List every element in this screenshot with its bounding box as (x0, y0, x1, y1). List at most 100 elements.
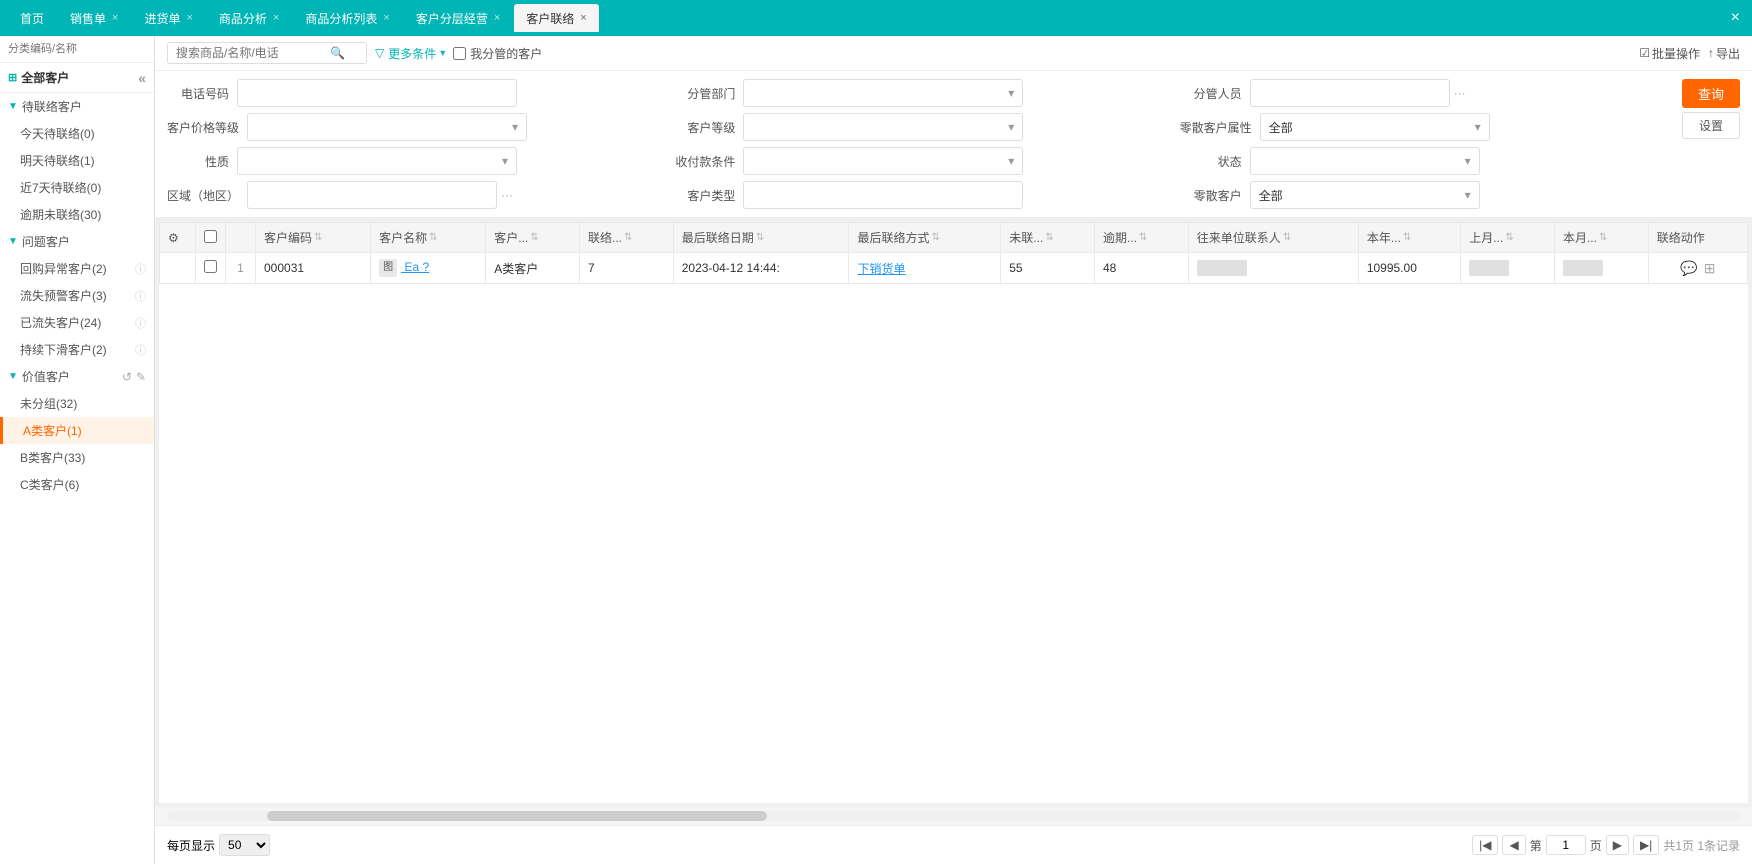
sidebar-item-today[interactable]: 今天待联络(0) (0, 120, 154, 147)
region-dots-icon[interactable]: ··· (497, 188, 517, 202)
page-number-input[interactable] (1546, 835, 1586, 855)
table-select-all-checkbox[interactable] (204, 230, 217, 243)
table-header-num (226, 223, 256, 253)
sidebar-search-input[interactable] (8, 43, 150, 55)
export-icon: ↑ (1708, 46, 1714, 60)
table-cell-last-method[interactable]: 下销货单 (849, 253, 1001, 284)
chat-action-icon[interactable]: 💬 (1680, 260, 1697, 277)
row-checkbox[interactable] (204, 260, 217, 273)
sidebar-item-b-class[interactable]: B类客户(33) (0, 444, 154, 471)
nature-dropdown-arrow: ▾ (502, 154, 508, 168)
filter-select-grade[interactable]: ▾ (743, 113, 1023, 141)
filter-input-phone[interactable] (237, 79, 517, 107)
close-sales-icon[interactable]: × (112, 12, 118, 24)
sidebar-section-problem[interactable]: ▼ 问题客户 (0, 228, 154, 255)
customer-name-link[interactable]: 图 Ea ? (379, 260, 429, 274)
horizontal-scrollbar[interactable] (155, 807, 1752, 825)
table-cell-this-month (1554, 253, 1648, 284)
sidebar-all-customers[interactable]: ⊞ 全部客户 « (0, 63, 154, 93)
sidebar-section-pending-arrow: ▼ (8, 101, 18, 112)
table-header-history[interactable]: 往来单位联系人 ⇅ (1188, 223, 1358, 253)
main-search-input[interactable] (176, 46, 326, 60)
table-cell-checkbox[interactable] (196, 253, 226, 284)
sidebar-collapse-icon[interactable]: « (138, 70, 146, 86)
table-header-this-month[interactable]: 本月... ⇅ (1554, 223, 1648, 253)
close-goods-analysis-icon[interactable]: × (273, 12, 279, 24)
filter-input-manager[interactable] (1250, 79, 1450, 107)
filter-select-retail[interactable]: 全部 ▾ (1250, 181, 1480, 209)
nav-sales[interactable]: 销售单 × (58, 4, 130, 32)
table-header-checkbox[interactable] (196, 223, 226, 253)
filter-select-price-grade[interactable]: ▾ (247, 113, 527, 141)
filter-select-status[interactable]: ▾ (1250, 147, 1480, 175)
export-btn[interactable]: ↑ 导出 (1708, 45, 1740, 62)
sidebar-item-declining[interactable]: 持续下滑客户(2) ⓘ (0, 336, 154, 363)
last-method-link[interactable]: 下销货单 (857, 262, 905, 276)
page-size-select-input[interactable]: 50 100 200 (219, 834, 270, 856)
action-icons-group: 💬 ⊞ (1657, 260, 1739, 277)
next-page-btn[interactable]: ▶ (1606, 835, 1629, 855)
nav-goods-analysis[interactable]: 商品分析 × (207, 4, 291, 32)
sidebar-item-7days[interactable]: 近7天待联络(0) (0, 174, 154, 201)
sidebar-edit-icon[interactable]: ✎ (136, 370, 146, 384)
nav-customer-contact[interactable]: 客户联络 × (514, 4, 598, 32)
sidebar-item-a-class[interactable]: A类客户(1) (0, 417, 154, 444)
sidebar-item-lost-warning[interactable]: 流失预警客户(3) ⓘ (0, 282, 154, 309)
first-page-btn[interactable]: |◀ (1472, 835, 1498, 855)
nav-goods-analysis-list[interactable]: 商品分析列表 × (293, 4, 401, 32)
sidebar-section-pending[interactable]: ▼ 待联络客户 (0, 93, 154, 120)
table-header-last-date[interactable]: 最后联络日期 ⇅ (673, 223, 849, 253)
table-header-contact[interactable]: 联络... ⇅ (580, 223, 674, 253)
filter-select-nature[interactable]: ▾ (237, 147, 517, 175)
close-goods-analysis-list-icon[interactable]: × (383, 12, 389, 24)
main-search-icon[interactable]: 🔍 (330, 46, 345, 60)
filter-row-1: 电话号码 分管部门 ▾ 分管人员 (167, 79, 1666, 107)
sidebar-item-c-class[interactable]: C类客户(6) (0, 471, 154, 498)
filter-select-retail-attr[interactable]: 全部 ▾ (1260, 113, 1490, 141)
nav-purchase[interactable]: 进货单 × (132, 4, 204, 32)
table-cell-name[interactable]: 图 Ea ? (371, 253, 486, 284)
batch-operation-btn[interactable]: ☑ 批量操作 (1639, 45, 1700, 62)
filter-select-dept[interactable]: ▾ (743, 79, 1023, 107)
close-customer-contact-icon[interactable]: × (580, 12, 586, 24)
table-header-last-method[interactable]: 最后联络方式 ⇅ (849, 223, 1001, 253)
table-header-code[interactable]: 客户编码 ⇅ (256, 223, 371, 253)
qr-action-icon[interactable]: ⊞ (1704, 260, 1716, 277)
table-header-settings[interactable]: ⚙ (160, 223, 196, 253)
table-cell-overdue: 48 (1094, 253, 1188, 284)
my-customers-checkbox[interactable]: 我分管的客户 (453, 45, 542, 62)
nav-customer-layer[interactable]: 客户分层经营 × (404, 4, 512, 32)
close-purchase-icon[interactable]: × (186, 12, 192, 24)
sidebar-section-value[interactable]: ▼ 价值客户 ↺ ✎ (0, 363, 154, 390)
filter-input-region[interactable] (247, 181, 497, 209)
sort-last-date-icon: ⇅ (756, 232, 764, 243)
my-customers-check-input[interactable] (453, 47, 466, 60)
table-header-overdue[interactable]: 逾期... ⇅ (1094, 223, 1188, 253)
table-header-no-contact[interactable]: 未联... ⇅ (1001, 223, 1095, 253)
filter-input-customer-type[interactable] (743, 181, 1023, 209)
nav-home[interactable]: 首页 (8, 4, 56, 32)
sidebar-item-unclassified[interactable]: 未分组(32) (0, 390, 154, 417)
table-header-this-year[interactable]: 本年... ⇅ (1358, 223, 1460, 253)
table-cell-no-contact: 55 (1001, 253, 1095, 284)
table-header-name[interactable]: 客户名称 ⇅ (371, 223, 486, 253)
table-header-category[interactable]: 客户... ⇅ (486, 223, 580, 253)
prev-page-btn[interactable]: ◀ (1502, 835, 1525, 855)
query-button[interactable]: 查询 (1682, 79, 1740, 108)
manager-dots-icon[interactable]: ··· (1450, 86, 1470, 100)
table-cell-action: 💬 ⊞ (1648, 253, 1747, 284)
table-header-last-month[interactable]: 上月... ⇅ (1461, 223, 1555, 253)
last-page-btn[interactable]: ▶| (1633, 835, 1659, 855)
sidebar-item-overdue[interactable]: 逾期未联络(30) (0, 201, 154, 228)
filter-icon: ▽ (375, 46, 384, 60)
sidebar-item-lost[interactable]: 已流失客户(24) ⓘ (0, 309, 154, 336)
more-filters-btn[interactable]: ▽ 更多条件 ▾ (375, 45, 445, 62)
settings-button[interactable]: 设置 (1682, 112, 1740, 139)
filter-row-4: 区域（地区） ··· 客户类型 零散客户 (167, 181, 1666, 209)
sidebar-item-tomorrow[interactable]: 明天待联络(1) (0, 147, 154, 174)
sidebar-refresh-icon[interactable]: ↺ (122, 370, 132, 384)
sidebar-item-abnormal[interactable]: 回购异常客户(2) ⓘ (0, 255, 154, 282)
close-all-tabs-icon[interactable]: × (1727, 5, 1744, 31)
filter-select-payment[interactable]: ▾ (743, 147, 1023, 175)
close-customer-layer-icon[interactable]: × (494, 12, 500, 24)
